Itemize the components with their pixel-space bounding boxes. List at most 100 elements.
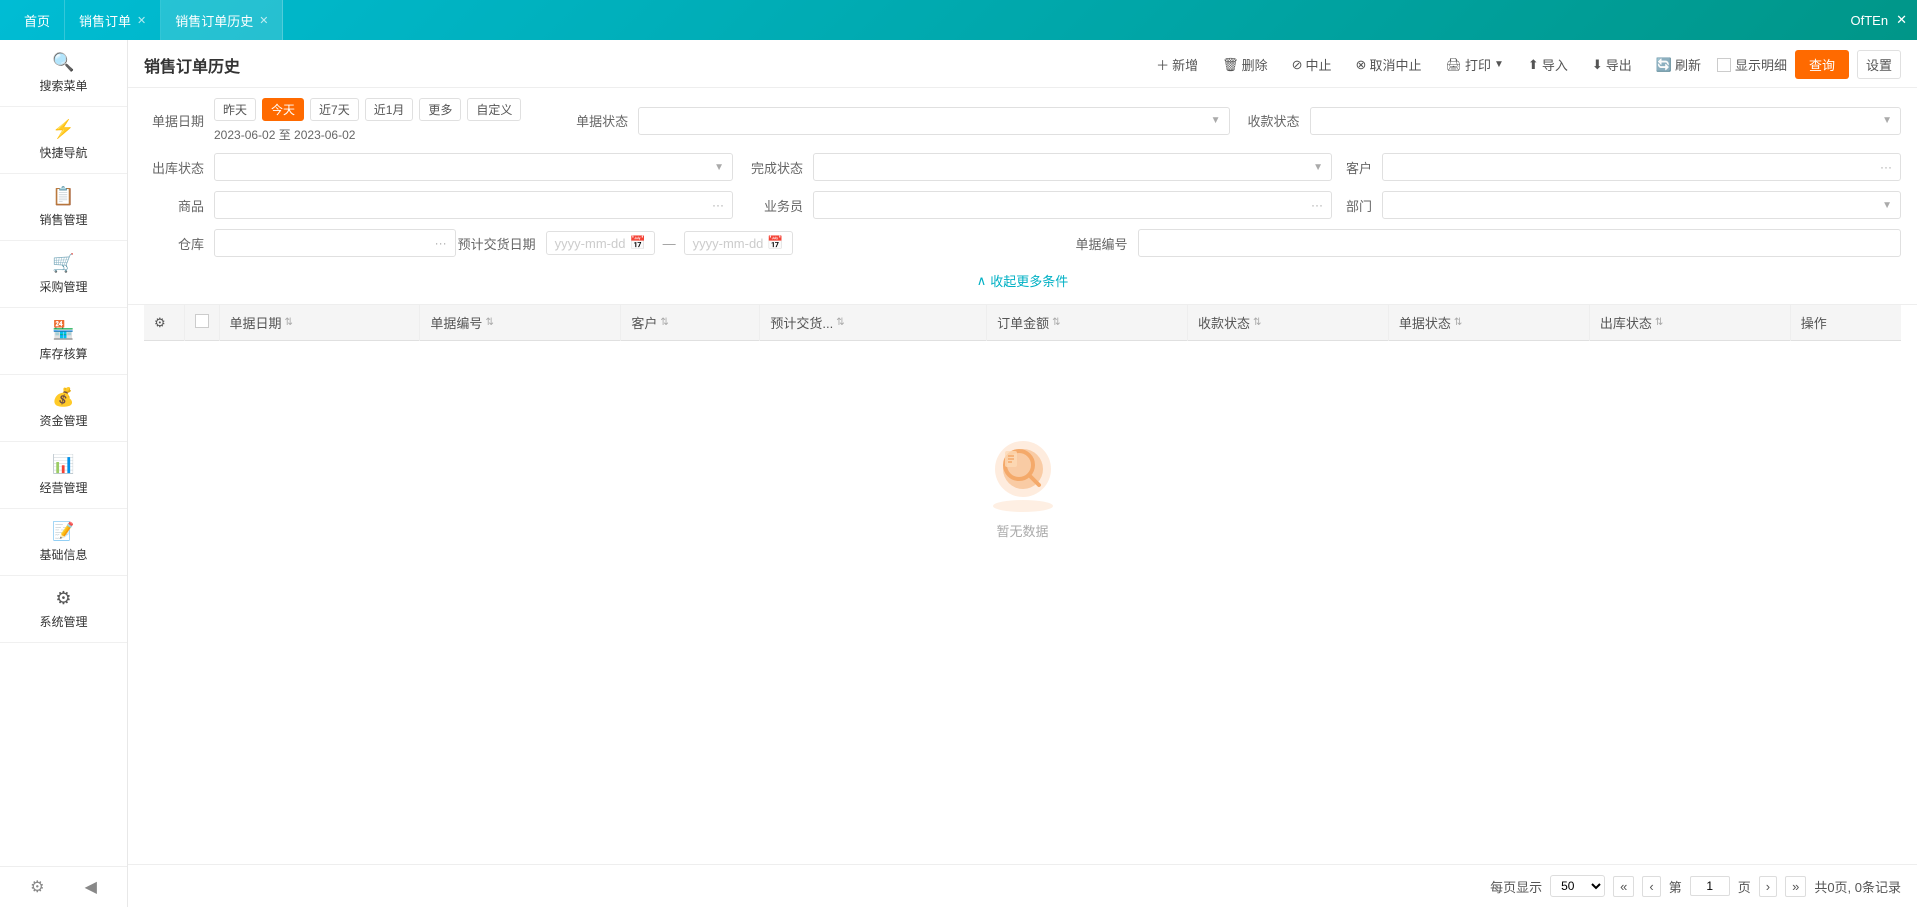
date-btn-custom[interactable]: 自定义 [467,98,521,121]
dept-field[interactable]: ▼ [1382,191,1901,219]
query-label: 查询 [1809,55,1835,74]
table-settings-icon[interactable]: ⚙ [154,315,166,330]
sort-bill-status[interactable]: 单据状态 ⇅ [1399,313,1579,332]
import-button[interactable]: ⬆ 导入 [1520,51,1576,78]
sidebar-item-quick-nav[interactable]: ⚡ 快捷导航 [0,107,127,174]
tab-sales-order-history[interactable]: 销售订单历史 ✕ [161,0,283,40]
first-page-button[interactable]: « [1613,876,1634,897]
customer-field[interactable]: ··· [1382,153,1901,181]
th-date[interactable]: 单据日期 ⇅ [219,305,420,341]
th-order-amount[interactable]: 订单金额 ⇅ [987,305,1188,341]
topbar-right: OfTEn ✕ [1851,12,1907,28]
sidebar-collapse-icon[interactable]: ◀ [85,877,97,897]
next-page-icon: › [1766,879,1770,894]
last-page-button[interactable]: » [1785,876,1806,897]
sort-order-amount[interactable]: 订单金额 ⇅ [997,313,1177,332]
warehouse-dots-icon: ··· [435,236,447,250]
salesperson-field[interactable]: ··· [813,191,1332,219]
th-receipt-status[interactable]: 收款状态 ⇅ [1187,305,1388,341]
th-bill-status[interactable]: 单据状态 ⇅ [1388,305,1589,341]
bill-status-field[interactable]: ▼ [638,107,1229,135]
tab-sales-order[interactable]: 销售订单 ✕ [65,0,161,40]
sort-expected-delivery[interactable]: 预计交货... ⇅ [770,313,976,332]
export-label: 导出 [1606,55,1632,74]
sidebar-item-search-menu[interactable]: 🔍 搜索菜单 [0,40,127,107]
sort-order-amount-icon: ⇅ [1052,317,1060,328]
filter-row-3: 商品 ··· 业务员 ··· 部门 ▼ [144,191,1901,219]
sidebar-item-sales-mgmt[interactable]: 📋 销售管理 [0,174,127,241]
often-label: OfTEn [1851,13,1889,28]
date-btn-more[interactable]: 更多 [419,98,461,121]
th-customer[interactable]: 客户 ⇅ [621,305,760,341]
sort-receipt-status[interactable]: 收款状态 ⇅ [1198,313,1378,332]
goods-dots-icon: ··· [712,198,724,212]
collapse-row[interactable]: ∧ 收起更多条件 [144,267,1901,294]
sidebar-item-purchase-mgmt[interactable]: 🛒 采购管理 [0,241,127,308]
sort-customer[interactable]: 客户 ⇅ [631,313,749,332]
date-btn-today[interactable]: 今天 [262,98,304,121]
tab-sales-order-history-close[interactable]: ✕ [259,14,268,27]
stock-out-chevron-icon: ▼ [714,162,724,173]
sidebar-item-inventory[interactable]: 🏪 库存核算 [0,308,127,375]
sort-receipt-status-icon: ⇅ [1253,317,1261,328]
tab-home[interactable]: 首页 [10,0,65,40]
th-customer-label: 客户 [631,313,657,332]
next-page-button[interactable]: › [1759,876,1777,897]
receipt-status-field[interactable]: ▼ [1310,107,1901,135]
basic-info-icon: 📝 [52,521,74,542]
sort-date[interactable]: 单据日期 ⇅ [230,313,410,332]
export-button[interactable]: ⬇ 导出 [1584,51,1640,78]
warehouse-field[interactable]: ··· [214,229,456,257]
purchase-mgmt-icon: 🛒 [52,253,74,274]
th-bill-no[interactable]: 单据编号 ⇅ [420,305,621,341]
expected-date-start[interactable]: yyyy-mm-dd 📅 [546,231,655,255]
sidebar-item-system-mgmt[interactable]: ⚙ 系统管理 [0,576,127,643]
goods-label: 商品 [144,196,214,215]
page-input[interactable] [1690,876,1730,896]
new-button[interactable]: ＋ 新增 [1148,51,1206,78]
tab-sales-order-close[interactable]: ✕ [137,14,146,27]
th-receipt-status-label: 收款状态 [1198,313,1250,332]
stock-out-field[interactable]: ▼ [214,153,733,181]
date-btn-yesterday[interactable]: 昨天 [214,98,256,121]
display-detail-toggle[interactable]: 显示明细 [1717,55,1787,74]
complete-status-field[interactable]: ▼ [813,153,1332,181]
th-operation-label: 操作 [1801,316,1827,331]
customer-label: 客户 [1332,158,1382,177]
date-btn-last7[interactable]: 近7天 [310,98,359,121]
query-button[interactable]: 查询 [1795,50,1849,79]
expected-date-end[interactable]: yyyy-mm-dd 📅 [684,231,793,255]
topbar-close-icon[interactable]: ✕ [1896,12,1907,28]
sidebar-item-basic-info[interactable]: 📝 基础信息 [0,509,127,576]
th-stock-out-status[interactable]: 出库状态 ⇅ [1589,305,1790,341]
sidebar-item-operations[interactable]: 📊 经营管理 [0,442,127,509]
display-detail-checkbox[interactable] [1717,58,1731,72]
stop-button[interactable]: ⊘ 中止 [1284,51,1340,78]
print-label: 打印 [1465,55,1491,74]
select-all-checkbox[interactable] [195,314,209,328]
delete-button[interactable]: 🗑 删除 [1214,51,1276,78]
bill-no-field[interactable] [1138,229,1902,257]
sidebar-settings-icon[interactable]: ⚙ [30,877,44,897]
prev-page-button[interactable]: ‹ [1642,876,1660,897]
per-page-label: 每页显示 [1490,877,1542,896]
sort-stock-out-status[interactable]: 出库状态 ⇅ [1600,313,1780,332]
per-page-select[interactable]: 50 20 100 [1550,875,1605,897]
refresh-button[interactable]: 🔄 刷新 [1648,51,1709,78]
sort-bill-no[interactable]: 单据编号 ⇅ [430,313,610,332]
th-checkbox[interactable] [184,305,219,341]
th-expected-delivery[interactable]: 预计交货... ⇅ [760,305,987,341]
sidebar-item-capital-mgmt[interactable]: 💰 资金管理 [0,375,127,442]
prev-page-icon: ‹ [1649,879,1653,894]
sort-bill-no-icon: ⇅ [485,317,493,328]
stock-out-label: 出库状态 [144,158,214,177]
settings-button[interactable]: 设置 [1857,50,1901,79]
th-settings[interactable]: ⚙ [144,305,184,341]
sidebar-item-basic-info-label: 基础信息 [39,546,87,563]
print-button[interactable]: 🖨 打印 ▼ [1437,51,1511,78]
goods-field[interactable]: ··· [214,191,733,219]
tab-sales-order-label: 销售订单 [79,11,131,30]
date-btn-last1m[interactable]: 近1月 [365,98,414,121]
empty-text: 暂无数据 [996,521,1048,540]
cancel-stop-button[interactable]: ⊗ 取消中止 [1348,51,1430,78]
